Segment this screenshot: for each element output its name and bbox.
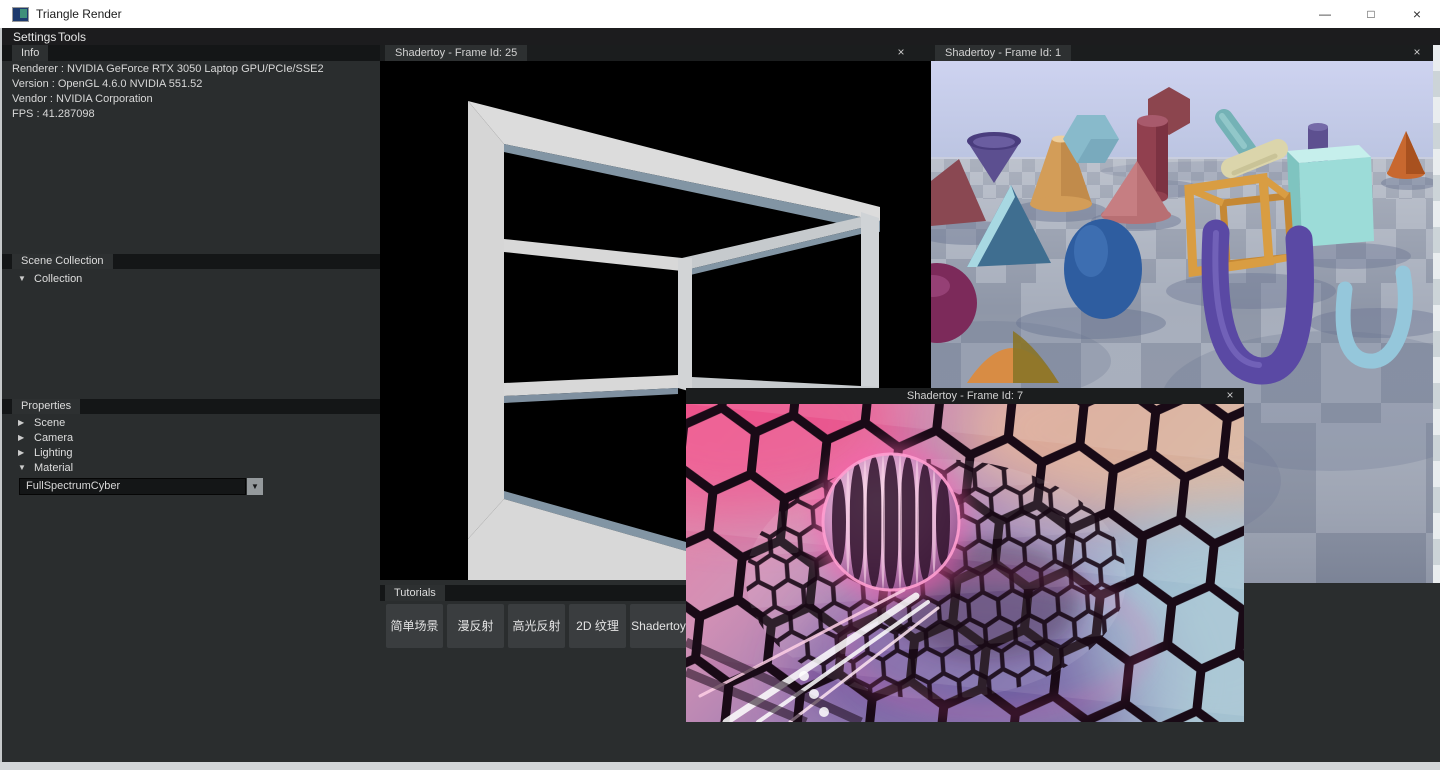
tab-properties[interactable]: Properties xyxy=(12,399,81,414)
tree-expanded-icon: ▼ xyxy=(18,463,26,472)
dock-titlebar[interactable]: Shadertoy - Frame Id: 7 × xyxy=(686,388,1244,404)
tree-item-scene[interactable]: ▶ Scene xyxy=(18,416,65,430)
maximize-button[interactable]: □ xyxy=(1348,0,1394,28)
dock-tab-frame1[interactable]: Shadertoy - Frame Id: 1 xyxy=(935,45,1072,61)
scene-collection-tab-strip: Scene Collection xyxy=(2,254,380,269)
right-edge-gutter xyxy=(1433,45,1440,583)
info-renderer: Renderer : NVIDIA GeForce RTX 3050 Lapto… xyxy=(12,63,324,75)
tree-expanded-icon: ▼ xyxy=(18,274,26,283)
triangle-render-window: Triangle Render — □ × Settings Tools Inf… xyxy=(0,0,1440,770)
tree-item-label: Lighting xyxy=(34,447,73,459)
tree-item-camera[interactable]: ▶ Camera xyxy=(18,431,73,445)
tree-collapsed-icon: ▶ xyxy=(18,448,25,457)
left-panel: Info Renderer : NVIDIA GeForce RTX 3050 … xyxy=(2,45,380,762)
info-fps: FPS : 41.287098 xyxy=(12,108,95,120)
window-bottom-border xyxy=(0,762,1440,770)
dock-titlebar: Shadertoy - Frame Id: 25 × xyxy=(380,45,931,61)
viewport-frame7-hex-tunnel[interactable] xyxy=(686,404,1244,722)
tree-collapsed-icon: ▶ xyxy=(18,433,25,442)
dropdown-arrow-icon[interactable]: ▼ xyxy=(247,478,263,495)
tree-item-label: Collection xyxy=(34,273,83,285)
tree-collapsed-icon: ▶ xyxy=(18,418,25,427)
window-title: Triangle Render xyxy=(36,7,122,21)
info-vendor: Vendor : NVIDIA Corporation xyxy=(12,93,153,105)
dock-tab-frame25[interactable]: Shadertoy - Frame Id: 25 xyxy=(385,45,528,61)
close-button[interactable]: × xyxy=(1394,0,1440,28)
close-icon[interactable]: × xyxy=(893,45,909,61)
tab-tutorials[interactable]: Tutorials xyxy=(385,585,445,601)
menu-item-settings[interactable]: Settings xyxy=(9,29,60,45)
tutorial-button-specular[interactable]: 高光反射 xyxy=(508,604,565,648)
minimize-button[interactable]: — xyxy=(1302,0,1348,28)
info-version: Version : OpenGL 4.6.0 NVIDIA 551.52 xyxy=(12,78,203,90)
dock-titlebar: Shadertoy - Frame Id: 1 × xyxy=(931,45,1433,61)
tree-item-label: Camera xyxy=(34,432,74,444)
tab-scene-collection[interactable]: Scene Collection xyxy=(12,254,113,269)
floating-window-frame7[interactable]: Shadertoy - Frame Id: 7 × xyxy=(686,388,1244,722)
tutorial-button-shadertoy[interactable]: Shadertoy xyxy=(630,604,687,648)
close-icon[interactable]: × xyxy=(1222,388,1238,404)
properties-tab-strip: Properties xyxy=(2,399,380,414)
tutorial-button-diffuse[interactable]: 漫反射 xyxy=(447,604,504,648)
tree-item-label: Scene xyxy=(34,417,66,429)
tree-item-lighting[interactable]: ▶ Lighting xyxy=(18,446,73,460)
tree-item-label: Material xyxy=(34,462,74,474)
material-dropdown[interactable]: FullSpectrumCyber xyxy=(19,478,246,495)
menu-bar: Settings Tools xyxy=(0,28,1440,45)
tree-item-material[interactable]: ▼ Material xyxy=(18,461,73,475)
tab-info[interactable]: Info xyxy=(12,45,49,61)
app-icon xyxy=(12,7,29,22)
tutorial-button-2d-texture[interactable]: 2D 纹理 xyxy=(569,604,626,648)
info-tab-strip: Info xyxy=(2,45,380,61)
tree-item-collection[interactable]: ▼ Collection xyxy=(18,272,82,286)
dock-title-frame7: Shadertoy - Frame Id: 7 xyxy=(906,390,1024,402)
os-titlebar: Triangle Render — □ × xyxy=(0,0,1440,28)
close-icon[interactable]: × xyxy=(1409,45,1425,61)
tutorial-button-simple-scene[interactable]: 简单场景 xyxy=(386,604,443,648)
menu-item-tools[interactable]: Tools xyxy=(54,29,90,45)
